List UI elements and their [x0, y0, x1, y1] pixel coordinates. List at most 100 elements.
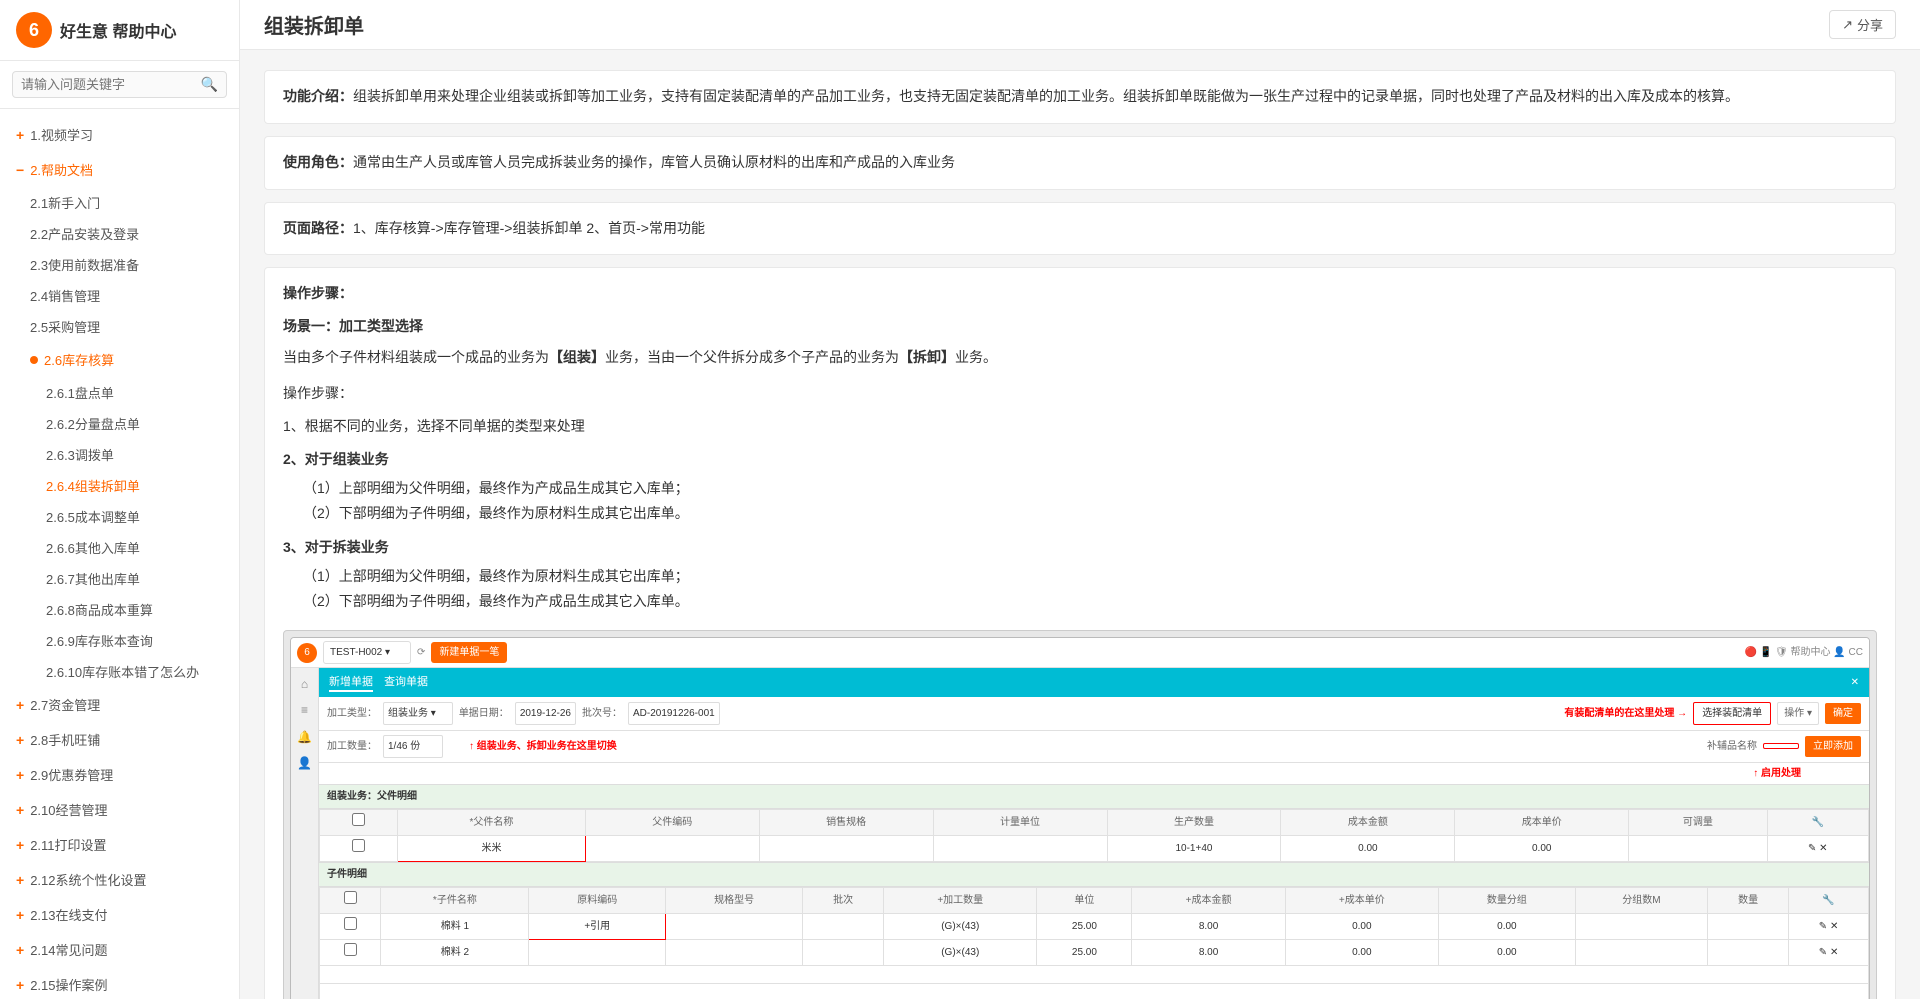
- sidebar-item-2-1[interactable]: 2.1新手入门: [30, 187, 239, 218]
- sim-td-spec1: [759, 835, 933, 861]
- plus-icon-2-15: +: [16, 977, 24, 993]
- scene1-bold1: 【组装】: [549, 349, 605, 365]
- search-box: 🔍: [12, 71, 227, 98]
- sim-label-qty: 加工数量：: [327, 738, 377, 755]
- sim-th-unit: 计量单位: [933, 809, 1107, 835]
- sidebar-item-2-6-1[interactable]: 2.6.1盘点单: [46, 377, 239, 408]
- path-label: 页面路径：: [283, 220, 353, 236]
- sim-ltd-ops2: ✎ ✕: [1789, 939, 1869, 965]
- plus-icon-2-9: +: [16, 767, 24, 783]
- sidebar-item-2-6-2[interactable]: 2.6.2分量盘点单: [46, 408, 239, 439]
- sidebar-item-2[interactable]: − 2.帮助文档: [0, 152, 239, 187]
- sidebar-item-2-6-3[interactable]: 2.6.3调拨单: [46, 439, 239, 470]
- sim-lower-thead: *子件名称 原料编码 规格型号 批次 +加工数量 单位 +成本金额: [320, 887, 1869, 913]
- share-button[interactable]: ↗ 分享: [1829, 10, 1896, 39]
- sidebar-item-2-6-4[interactable]: 2.6.4组装拆卸单: [46, 470, 239, 501]
- sim-type-select: 组装业务 ▾: [383, 702, 453, 725]
- sim-ltd-unit1: 25.00: [1037, 913, 1132, 939]
- sidebar-item-2-6[interactable]: 2.6库存核算: [30, 342, 239, 377]
- sim-upper-thead-row: *父件名称 父件编码 销售规格 计量单位 生产数量 成本金额 成本单价: [320, 809, 1869, 835]
- sim-ltd-name1: 棉料 1: [381, 913, 529, 939]
- sidebar-item-2-13[interactable]: + 2.13在线支付: [0, 897, 239, 932]
- sim-td-camt1: 0.00: [1281, 835, 1455, 861]
- sidebar-item-2-6-8[interactable]: 2.6.8商品成本重算: [46, 594, 239, 625]
- sim-td-name1: 米米: [398, 835, 586, 861]
- sim-ltd-batch1: [803, 913, 884, 939]
- plus-icon-2-7: +: [16, 697, 24, 713]
- sidebar-sub-2-6: 2.6.1盘点单 2.6.2分量盘点单 2.6.3调拨单 2.6.4组装拆卸单 …: [30, 377, 239, 687]
- logo-icon: 6: [16, 12, 52, 48]
- main-area: 组装拆卸单 ↗ 分享 功能介绍：组装拆卸单用来处理企业组装或拆卸等加工业务，支持…: [240, 0, 1920, 999]
- scene1-bold2: 【拆卸】: [899, 349, 955, 365]
- sim-lth-batch: 批次: [803, 887, 884, 913]
- sim-ltd-spec2: [666, 939, 803, 965]
- sidebar-item-2-6-5[interactable]: 2.6.5成本调整单: [46, 501, 239, 532]
- sidebar-item-2-2[interactable]: 2.2产品安装及登录: [30, 218, 239, 249]
- sim-annotation3-row: ↑ 启用处理: [319, 763, 1869, 784]
- search-input[interactable]: [21, 77, 201, 92]
- sidebar-item-2-3[interactable]: 2.3使用前数据准备: [30, 249, 239, 280]
- ops-intro: 操作步骤：: [283, 381, 1877, 406]
- sim-label-dept: 补辅品名称: [1707, 738, 1757, 755]
- sim-ltd-group1: 0.00: [1438, 913, 1575, 939]
- sim-batch-input: AD-20191226-001: [628, 702, 720, 725]
- step3: 3、对于拆装业务: [283, 535, 1877, 560]
- sidebar-item-2-12[interactable]: + 2.12系统个性化设置: [0, 862, 239, 897]
- sim-ltd-groupm2: [1575, 939, 1707, 965]
- sim-th-cost-price: 成本单价: [1455, 809, 1629, 835]
- sim-lth-qty: +加工数量: [884, 887, 1037, 913]
- sidebar-item-2-label: 2.帮助文档: [30, 160, 93, 179]
- sim-dept-input-red: [1763, 743, 1799, 749]
- sim-ltd-cprice2: 0.00: [1285, 939, 1438, 965]
- sidebar-item-2-14[interactable]: + 2.14常见问题: [0, 932, 239, 967]
- sim-icon-list: ≡: [301, 700, 308, 720]
- sim-lth-num: 数量: [1708, 887, 1789, 913]
- search-button[interactable]: 🔍: [201, 76, 218, 93]
- sim-td-unit1: [933, 835, 1107, 861]
- sidebar-item-2-11-label: 2.11打印设置: [30, 835, 106, 854]
- sidebar: 6 好生意 帮助中心 🔍 + 1.视频学习 − 2.帮助文档 2.1新手入门 2…: [0, 0, 240, 999]
- search-area: 🔍: [0, 61, 239, 109]
- sidebar-item-2-6-7[interactable]: 2.6.7其他出库单: [46, 563, 239, 594]
- sim-td-pqty1: 10-1+40: [1107, 835, 1281, 861]
- sim-th-ops: 🔧: [1767, 809, 1868, 835]
- sim-topnav: 6 TEST-H002 ▾ ⟳ 新建单据一笔 🔴 📱 🛡 帮助中心 👤 CC: [291, 638, 1869, 668]
- ann-spacer3: [327, 765, 1753, 782]
- sidebar-item-2-6-label: 2.6库存核算: [44, 350, 114, 369]
- sidebar-item-2-6-10[interactable]: 2.6.10库存账本错了怎么办: [46, 656, 239, 687]
- page-title: 组装拆卸单: [264, 10, 364, 39]
- sidebar-item-1[interactable]: + 1.视频学习: [0, 117, 239, 152]
- sidebar-item-2-11[interactable]: + 2.11打印设置: [0, 827, 239, 862]
- sim-td-cprice1: 0.00: [1455, 835, 1629, 861]
- sidebar-item-2-7[interactable]: + 2.7资金管理: [0, 687, 239, 722]
- sidebar-item-2-8[interactable]: + 2.8手机旺铺: [0, 722, 239, 757]
- sim-tab-new: 新增单据: [329, 676, 373, 692]
- step2-sub2: （2）下部明细为子件明细，最终作为原材料生成其它出库单。: [283, 501, 1877, 526]
- step1: 1、根据不同的业务，选择不同单据的类型来处理: [283, 414, 1877, 439]
- scene1-desc: 当由多个子件材料组装成一个成品的业务为【组装】业务，当由一个父件拆分成多个子产品…: [283, 345, 1877, 370]
- plus-icon-2-10: +: [16, 802, 24, 818]
- sim-upper-table-wrapper: *父件名称 父件编码 销售规格 计量单位 生产数量 成本金额 成本单价: [319, 809, 1869, 862]
- sim-close: ✕: [1851, 674, 1859, 691]
- intro-box: 功能介绍：组装拆卸单用来处理企业组装或拆卸等加工业务，支持有固定装配清单的产品加…: [264, 70, 1896, 124]
- sidebar-item-2-5[interactable]: 2.5采购管理: [30, 311, 239, 342]
- sim-add-btn: 立即添加: [1805, 736, 1861, 757]
- sim-lth-groupm: 分组数M: [1575, 887, 1707, 913]
- sidebar-item-2-6-6[interactable]: 2.6.6其他入库单: [46, 532, 239, 563]
- plus-icon-2-12: +: [16, 872, 24, 888]
- sidebar-item-2-6-9[interactable]: 2.6.9库存账本查询: [46, 625, 239, 656]
- sidebar-item-2-13-label: 2.13在线支付: [30, 905, 107, 924]
- sim-empty-row3: [320, 965, 1869, 983]
- sim-lower-row-3: [320, 965, 1869, 983]
- sidebar-item-1-label: 1.视频学习: [30, 125, 93, 144]
- sim-logo: 6: [297, 643, 317, 663]
- sim-ltd-qty1: (G)×(43): [884, 913, 1037, 939]
- sim-lth-cprice: +成本单价: [1285, 887, 1438, 913]
- sidebar-item-2-9[interactable]: + 2.9优惠券管理: [0, 757, 239, 792]
- scene1-text3: 业务。: [955, 349, 997, 365]
- sidebar-item-2-10[interactable]: + 2.10经营管理: [0, 792, 239, 827]
- scene1-title: 场景一：加工类型选择: [283, 314, 1877, 339]
- sidebar-item-2-4[interactable]: 2.4销售管理: [30, 280, 239, 311]
- sim-td-ops1: ✎ ✕: [1767, 835, 1868, 861]
- sidebar-item-2-15[interactable]: + 2.15操作案例: [0, 967, 239, 999]
